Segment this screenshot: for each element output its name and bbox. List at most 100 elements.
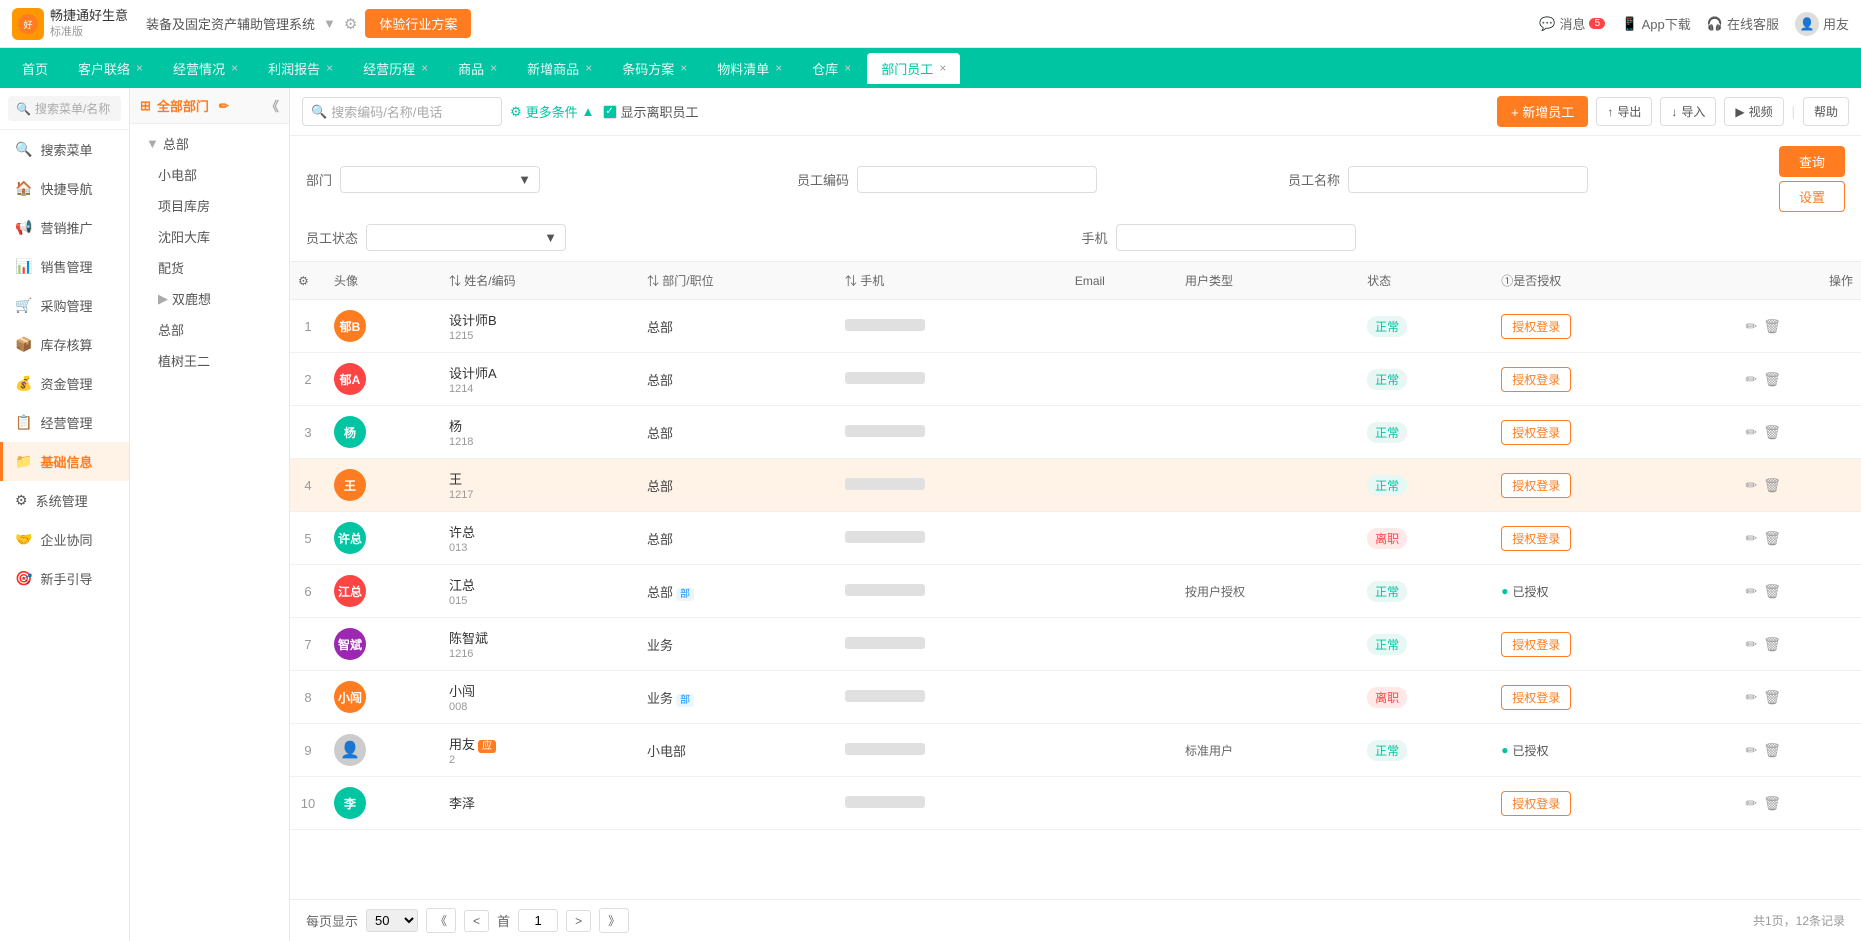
trial-button[interactable]: 体验行业方案	[365, 9, 471, 38]
sidebar-item-purchase[interactable]: 🛒 采购管理	[0, 286, 129, 325]
auth-login-button[interactable]: 授权登录	[1501, 632, 1571, 657]
delete-button[interactable]: 🗑	[1763, 583, 1781, 600]
auth-login-button[interactable]: 授权登录	[1501, 420, 1571, 445]
page-number-input[interactable]	[518, 909, 558, 932]
col-dept[interactable]: ⇅ 部门/职位	[639, 262, 837, 300]
tab-new-goods[interactable]: 新增商品 ×	[513, 53, 606, 84]
dept-select[interactable]: ▼	[340, 166, 540, 193]
dept-node-small-elec[interactable]: 小电部	[130, 159, 289, 190]
user-button[interactable]: 👤 用友	[1795, 12, 1849, 36]
col-phone[interactable]: ⇅ 手机	[837, 262, 1067, 300]
delete-button[interactable]: 🗑	[1763, 371, 1781, 388]
delete-button[interactable]: 🗑	[1763, 318, 1781, 335]
delete-button[interactable]: 🗑	[1763, 477, 1781, 494]
delete-button[interactable]: 🗑	[1763, 424, 1781, 441]
sidebar-search-box[interactable]: 🔍 搜索菜单/名称	[8, 96, 121, 121]
emp-code-input[interactable]	[857, 166, 1097, 193]
edit-button[interactable]: ✏	[1746, 689, 1758, 706]
sidebar-item-inventory[interactable]: 📦 库存核算	[0, 325, 129, 364]
auth-login-button[interactable]: 授权登录	[1501, 791, 1571, 816]
edit-button[interactable]: ✏	[1746, 742, 1758, 759]
edit-button[interactable]: ✏	[1746, 530, 1758, 547]
message-button[interactable]: 💬 消息 5	[1539, 14, 1605, 33]
tab-barcode[interactable]: 条码方案 ×	[608, 53, 701, 84]
search-input-box[interactable]: 🔍 搜索编码/名称/电话	[302, 97, 502, 126]
first-page-button[interactable]: 《	[426, 908, 456, 933]
show-resigned-checkbox[interactable]: ✓ 显示离职员工	[603, 102, 699, 121]
col-settings[interactable]: ⚙	[290, 262, 326, 300]
edit-button[interactable]: ✏	[1746, 318, 1758, 335]
video-button[interactable]: ▶ 视频	[1724, 97, 1783, 126]
sidebar-item-search[interactable]: 🔍 搜索菜单	[0, 130, 129, 169]
prev-page-button[interactable]: <	[464, 910, 489, 932]
dept-node-plant[interactable]: 植树王二	[130, 345, 289, 376]
sidebar-item-system[interactable]: ⚙ 系统管理	[0, 481, 129, 520]
col-name[interactable]: ⇅ 姓名/编码	[441, 262, 639, 300]
tab-close[interactable]: ×	[680, 61, 687, 75]
edit-button[interactable]: ✏	[1746, 795, 1758, 812]
phone-input[interactable]	[1116, 224, 1356, 251]
delete-button[interactable]: 🗑	[1763, 795, 1781, 812]
edit-button[interactable]: ✏	[1746, 583, 1758, 600]
tab-close[interactable]: ×	[231, 61, 238, 75]
dept-node-double[interactable]: ▶ 双鹿想	[130, 283, 289, 314]
help-button[interactable]: 帮助	[1803, 97, 1849, 126]
auth-login-button[interactable]: 授权登录	[1501, 314, 1571, 339]
edit-button[interactable]: ✏	[1746, 371, 1758, 388]
auth-login-button[interactable]: 授权登录	[1501, 526, 1571, 551]
setting-button[interactable]: 设置	[1779, 181, 1845, 212]
dept-node-hq[interactable]: 总部	[130, 314, 289, 345]
auth-login-button[interactable]: 授权登录	[1501, 473, 1571, 498]
sidebar-item-sales[interactable]: 📊 销售管理	[0, 247, 129, 286]
tab-close[interactable]: ×	[585, 61, 592, 75]
status-select[interactable]: ▼	[366, 224, 566, 251]
dept-node-delivery[interactable]: 配货	[130, 252, 289, 283]
export-button[interactable]: ↑ 导出	[1596, 97, 1652, 126]
dept-node-project[interactable]: 项目库房	[130, 190, 289, 221]
edit-button[interactable]: ✏	[1746, 477, 1758, 494]
tab-close[interactable]: ×	[421, 61, 428, 75]
delete-button[interactable]: 🗑	[1763, 689, 1781, 706]
dept-edit-icon[interactable]: ✏	[219, 99, 229, 113]
tab-close[interactable]: ×	[490, 61, 497, 75]
tab-history[interactable]: 经营历程 ×	[349, 53, 442, 84]
settings-icon[interactable]: ⚙	[344, 15, 357, 33]
query-button[interactable]: 查询	[1779, 146, 1845, 177]
delete-button[interactable]: 🗑	[1763, 742, 1781, 759]
add-employee-button[interactable]: + 新增员工	[1497, 96, 1588, 127]
delete-button[interactable]: 🗑	[1763, 530, 1781, 547]
sidebar-item-collab[interactable]: 🤝 企业协同	[0, 520, 129, 559]
last-page-button[interactable]: 》	[599, 908, 629, 933]
sidebar-item-marketing[interactable]: 📢 营销推广	[0, 208, 129, 247]
tab-operation[interactable]: 经营情况 ×	[159, 53, 252, 84]
sidebar-item-quicknav[interactable]: 🏠 快捷导航	[0, 169, 129, 208]
dropdown-arrow[interactable]: ▼	[323, 16, 336, 31]
edit-button[interactable]: ✏	[1746, 636, 1758, 653]
sidebar-item-guide[interactable]: 🎯 新手引导	[0, 559, 129, 598]
import-button[interactable]: ↓ 导入	[1660, 97, 1716, 126]
tab-customer[interactable]: 客户联络 ×	[64, 53, 157, 84]
auth-login-button[interactable]: 授权登录	[1501, 685, 1571, 710]
tab-close[interactable]: ×	[326, 61, 333, 75]
delete-button[interactable]: 🗑	[1763, 636, 1781, 653]
dept-node-general[interactable]: ▼ 总部	[130, 128, 289, 159]
tab-goods[interactable]: 商品 ×	[444, 53, 511, 84]
download-button[interactable]: 📱 App下载	[1621, 14, 1690, 33]
tab-close[interactable]: ×	[775, 61, 782, 75]
tab-home[interactable]: 首页	[8, 53, 62, 84]
tab-warehouse[interactable]: 仓库 ×	[798, 53, 865, 84]
emp-name-input[interactable]	[1348, 166, 1588, 193]
per-page-select[interactable]: 50 20 100	[366, 909, 418, 932]
edit-button[interactable]: ✏	[1746, 424, 1758, 441]
tab-close[interactable]: ×	[939, 61, 946, 75]
next-page-button[interactable]: >	[566, 910, 591, 932]
service-button[interactable]: 🎧 在线客服	[1707, 14, 1779, 33]
sidebar-item-finance[interactable]: 💰 资金管理	[0, 364, 129, 403]
dept-collapse-icon[interactable]: 《	[266, 96, 279, 115]
tab-employees[interactable]: 部门员工 ×	[867, 53, 960, 84]
tab-close[interactable]: ×	[136, 61, 143, 75]
sidebar-item-management[interactable]: 📋 经营管理	[0, 403, 129, 442]
auth-login-button[interactable]: 授权登录	[1501, 367, 1571, 392]
tab-bom[interactable]: 物料清单 ×	[703, 53, 796, 84]
tab-close[interactable]: ×	[844, 61, 851, 75]
